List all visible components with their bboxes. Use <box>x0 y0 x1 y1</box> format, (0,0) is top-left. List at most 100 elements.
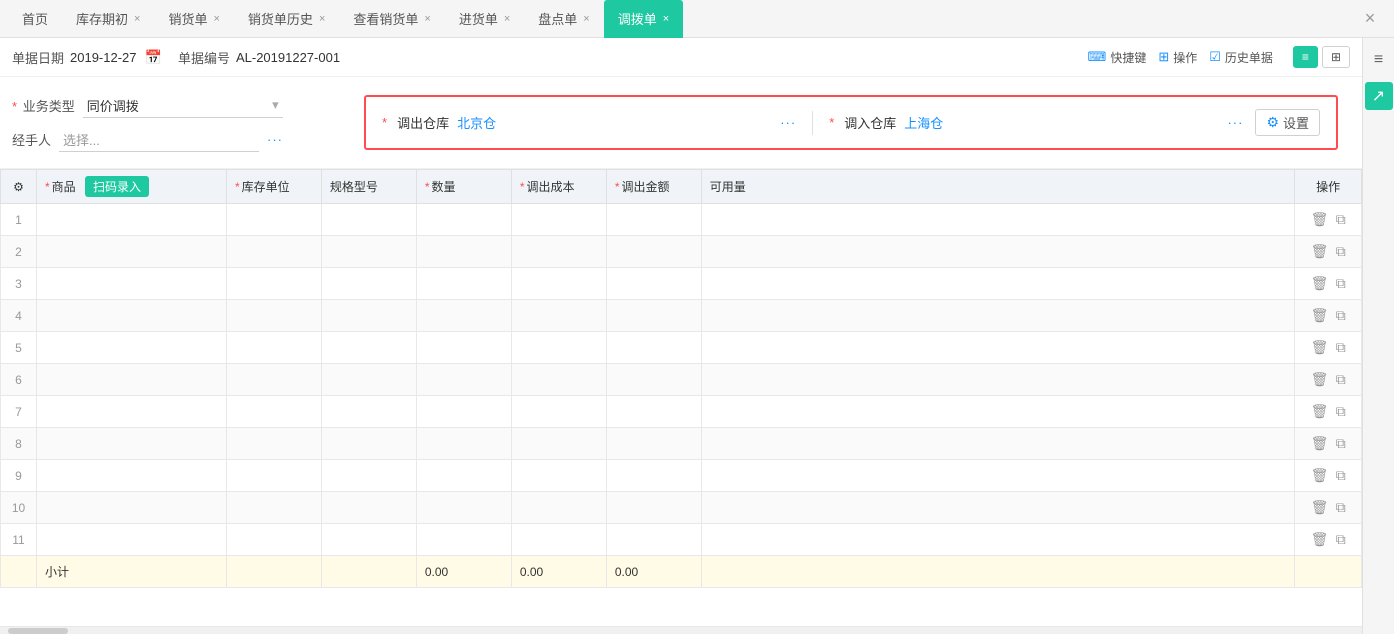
cell-product-11[interactable] <box>37 524 227 556</box>
delete-icon-4[interactable]: 🗑 <box>1311 307 1329 323</box>
cell-amount-4[interactable] <box>606 300 701 332</box>
cell-available-5[interactable] <box>701 332 1295 364</box>
cell-product-10[interactable] <box>37 492 227 524</box>
cell-cost-5[interactable] <box>511 332 606 364</box>
cell-qty-1[interactable] <box>416 204 511 236</box>
copy-icon-8[interactable]: ⧉ <box>1336 435 1346 451</box>
tab-inventory-init-close[interactable]: × <box>134 13 140 25</box>
copy-icon-6[interactable]: ⧉ <box>1336 371 1346 387</box>
cell-spec-2[interactable] <box>321 236 416 268</box>
copy-icon-2[interactable]: ⧉ <box>1336 243 1346 259</box>
delete-icon-7[interactable]: 🗑 <box>1311 403 1329 419</box>
cell-spec-10[interactable] <box>321 492 416 524</box>
copy-icon-4[interactable]: ⧉ <box>1336 307 1346 323</box>
copy-icon-1[interactable]: ⧉ <box>1336 211 1346 227</box>
tab-transfer-close[interactable]: × <box>663 13 669 25</box>
cell-amount-10[interactable] <box>606 492 701 524</box>
cell-qty-9[interactable] <box>416 460 511 492</box>
tab-transfer[interactable]: 调拨单 × <box>604 0 683 38</box>
cell-available-3[interactable] <box>701 268 1295 300</box>
window-close-button[interactable]: × <box>1354 3 1386 35</box>
cell-cost-11[interactable] <box>511 524 606 556</box>
copy-icon-7[interactable]: ⧉ <box>1336 403 1346 419</box>
tab-sales-history[interactable]: 销货单历史 × <box>234 0 339 38</box>
cell-cost-10[interactable] <box>511 492 606 524</box>
cell-product-7[interactable] <box>37 396 227 428</box>
cell-amount-3[interactable] <box>606 268 701 300</box>
delete-icon-3[interactable]: 🗑 <box>1311 275 1329 291</box>
cell-qty-10[interactable] <box>416 492 511 524</box>
delete-icon-5[interactable]: 🗑 <box>1311 339 1329 355</box>
tab-view-sales[interactable]: 查看销货单 × <box>339 0 444 38</box>
operation-btn[interactable]: ⊞ 操作 <box>1158 49 1197 66</box>
tab-home[interactable]: 首页 <box>8 0 62 38</box>
cell-product-8[interactable] <box>37 428 227 460</box>
copy-icon-3[interactable]: ⧉ <box>1336 275 1346 291</box>
cell-qty-4[interactable] <box>416 300 511 332</box>
agent-select[interactable]: 选择... <box>59 128 259 152</box>
cell-unit-4[interactable] <box>226 300 321 332</box>
tab-stocktake-close[interactable]: × <box>583 13 589 25</box>
horizontal-scrollbar[interactable] <box>0 626 1362 634</box>
cell-qty-3[interactable] <box>416 268 511 300</box>
cell-product-1[interactable] <box>37 204 227 236</box>
cell-product-2[interactable] <box>37 236 227 268</box>
cell-amount-8[interactable] <box>606 428 701 460</box>
cell-spec-9[interactable] <box>321 460 416 492</box>
cell-cost-8[interactable] <box>511 428 606 460</box>
cell-spec-1[interactable] <box>321 204 416 236</box>
cell-product-9[interactable] <box>37 460 227 492</box>
cell-unit-11[interactable] <box>226 524 321 556</box>
tab-inventory-init[interactable]: 库存期初 × <box>62 0 154 38</box>
cell-amount-2[interactable] <box>606 236 701 268</box>
cell-cost-2[interactable] <box>511 236 606 268</box>
cell-product-3[interactable] <box>37 268 227 300</box>
cell-amount-6[interactable] <box>606 364 701 396</box>
delete-icon-9[interactable]: 🗑 <box>1311 467 1329 483</box>
cell-amount-9[interactable] <box>606 460 701 492</box>
delete-icon-2[interactable]: 🗑 <box>1311 243 1329 259</box>
calendar-icon[interactable]: 📅 <box>145 49 162 66</box>
tab-sales-order-close[interactable]: × <box>213 13 219 25</box>
cell-spec-3[interactable] <box>321 268 416 300</box>
history-btn[interactable]: ☑ 历史单据 <box>1209 49 1273 66</box>
cell-qty-5[interactable] <box>416 332 511 364</box>
cell-available-7[interactable] <box>701 396 1295 428</box>
warehouse-out-value[interactable]: 北京仓 <box>457 113 496 132</box>
cell-spec-4[interactable] <box>321 300 416 332</box>
tab-sales-history-close[interactable]: × <box>319 13 325 25</box>
tab-sales-order[interactable]: 销货单 × <box>154 0 233 38</box>
cell-spec-6[interactable] <box>321 364 416 396</box>
cell-qty-6[interactable] <box>416 364 511 396</box>
warehouse-out-more-icon[interactable]: ··· <box>780 115 796 130</box>
cell-spec-5[interactable] <box>321 332 416 364</box>
cell-amount-7[interactable] <box>606 396 701 428</box>
delete-icon-1[interactable]: 🗑 <box>1311 211 1329 227</box>
cell-product-4[interactable] <box>37 300 227 332</box>
tab-purchase[interactable]: 进货单 × <box>445 0 524 38</box>
cell-cost-3[interactable] <box>511 268 606 300</box>
cell-qty-11[interactable] <box>416 524 511 556</box>
cell-unit-1[interactable] <box>226 204 321 236</box>
tab-view-sales-close[interactable]: × <box>424 13 430 25</box>
cell-available-10[interactable] <box>701 492 1295 524</box>
cell-unit-9[interactable] <box>226 460 321 492</box>
cell-unit-2[interactable] <box>226 236 321 268</box>
list-view-btn[interactable]: ≡ <box>1293 46 1318 68</box>
scroll-thumb[interactable] <box>8 628 68 634</box>
warehouse-in-more-icon[interactable]: ··· <box>1227 115 1243 130</box>
scan-entry-button[interactable]: 扫码录入 <box>85 176 149 197</box>
grid-view-btn[interactable]: ⊞ <box>1322 46 1350 68</box>
cell-amount-5[interactable] <box>606 332 701 364</box>
cell-unit-6[interactable] <box>226 364 321 396</box>
settings-button[interactable]: ⚙ 设置 <box>1255 109 1320 136</box>
delete-icon-10[interactable]: 🗑 <box>1311 499 1329 515</box>
cell-spec-11[interactable] <box>321 524 416 556</box>
cell-available-11[interactable] <box>701 524 1295 556</box>
cell-qty-2[interactable] <box>416 236 511 268</box>
delete-icon-11[interactable]: 🗑 <box>1311 531 1329 547</box>
cell-available-1[interactable] <box>701 204 1295 236</box>
col-gear[interactable]: ⚙ <box>1 170 37 204</box>
tab-purchase-close[interactable]: × <box>504 13 510 25</box>
cell-available-9[interactable] <box>701 460 1295 492</box>
